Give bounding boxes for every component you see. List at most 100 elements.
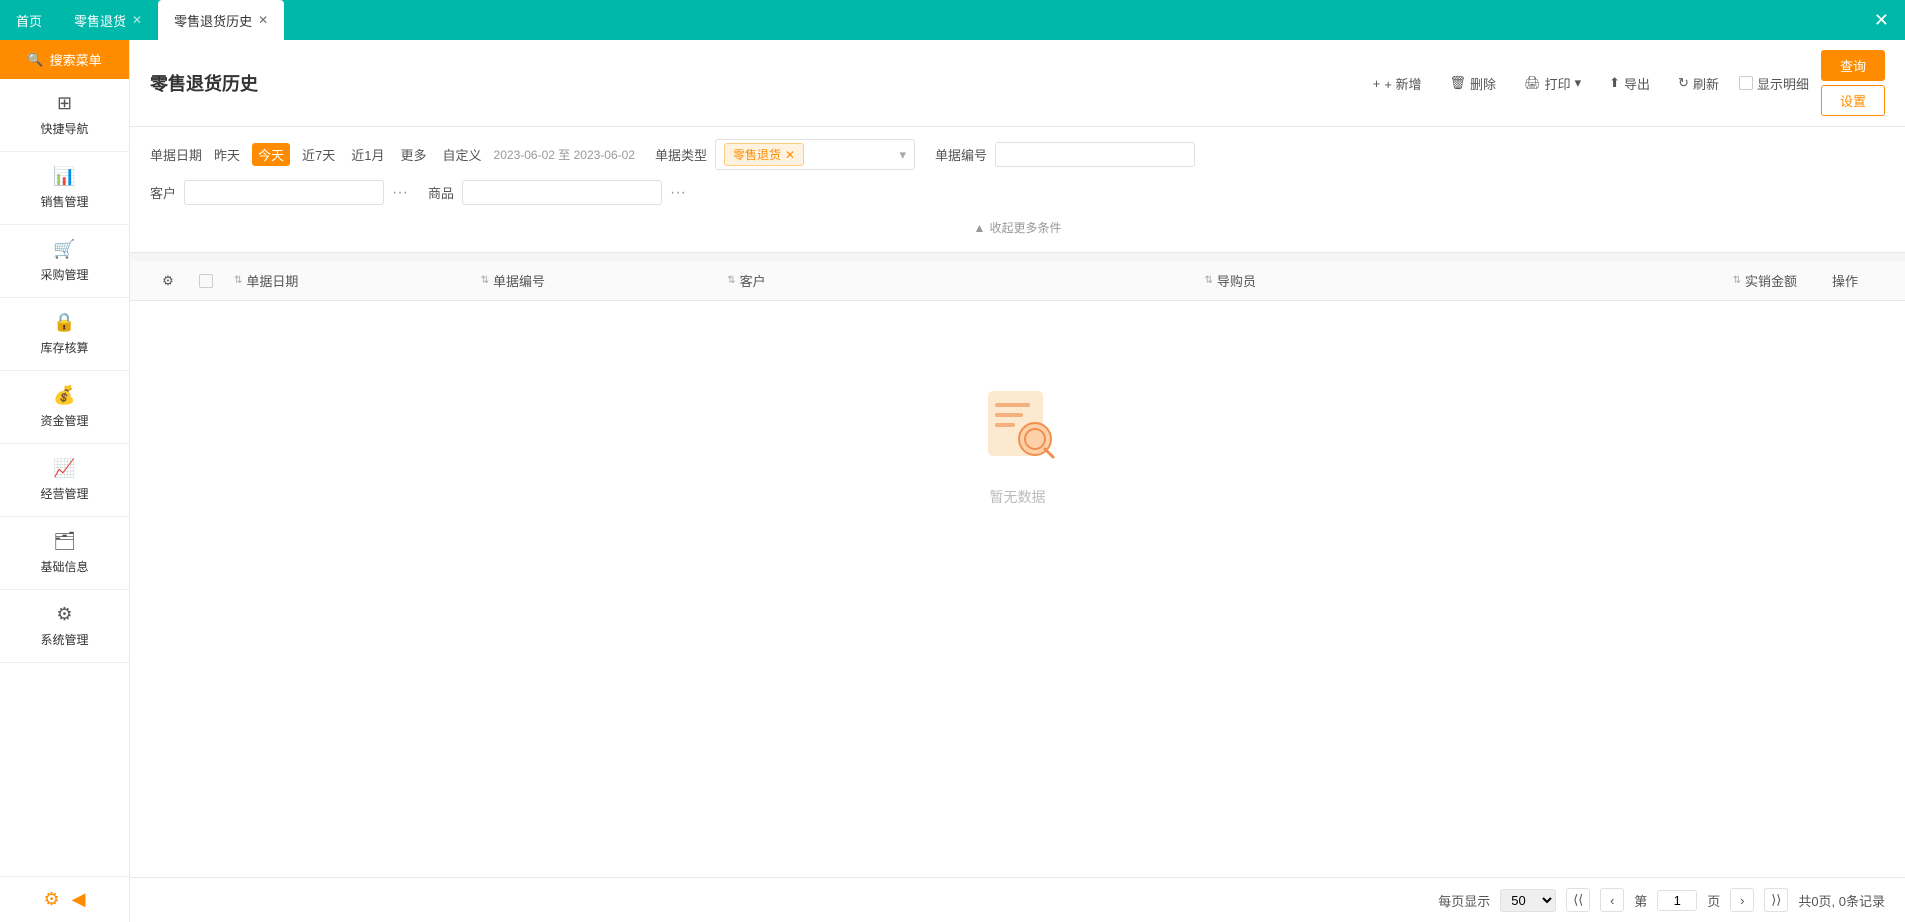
inventory-icon: 🔒	[53, 312, 75, 333]
sort-docno-icon[interactable]: ⇅	[481, 275, 489, 286]
filter-row-2: 客户 ··· 商品 ···	[150, 180, 1885, 205]
delete-icon: 🗑	[1450, 75, 1467, 91]
header-actions: + + 新增 🗑 删除 🖨 打印 ▾ ⬆ 导出 ↻	[1365, 50, 1885, 116]
tab-retail-return-history-close[interactable]: ✕	[258, 13, 268, 27]
filter-row-1: 单据日期 昨天 今天 近7天 近1月 更多 自定义 2023-06-02 至 2…	[150, 139, 1885, 170]
sidebar-item-system-mgmt-label: 系统管理	[40, 631, 88, 648]
sidebar-item-system-mgmt[interactable]: ⚙ 系统管理	[0, 590, 129, 663]
sidebar-item-sales-mgmt[interactable]: 📊 销售管理	[0, 152, 129, 225]
tab-retail-return[interactable]: 零售退货 ✕	[58, 0, 158, 40]
sidebar-item-basic-info[interactable]: 🗂 基础信息	[0, 517, 129, 590]
tab-retail-return-label: 零售退货	[74, 11, 126, 30]
settings-icon[interactable]: ⚙	[44, 889, 60, 910]
sidebar-search[interactable]: 🔍 搜索菜单	[0, 40, 129, 79]
tab-retail-return-close[interactable]: ✕	[132, 13, 142, 27]
show-detail-toggle[interactable]: 显示明细	[1739, 74, 1809, 93]
date-opt-today[interactable]: 今天	[252, 143, 290, 166]
show-detail-checkbox[interactable]	[1739, 76, 1753, 90]
print-dropdown-icon: ▾	[1575, 75, 1582, 91]
date-opt-custom[interactable]: 自定义	[439, 143, 486, 166]
query-button[interactable]: 查询	[1821, 50, 1885, 81]
empty-text: 暂无数据	[990, 487, 1046, 507]
sidebar-item-finance-mgmt[interactable]: 💰 资金管理	[0, 371, 129, 444]
tab-list: 首页 零售退货 ✕ 零售退货历史 ✕	[0, 0, 1874, 40]
th-check[interactable]	[186, 274, 226, 288]
th-date: ⇅ 单据日期	[226, 271, 473, 290]
th-amount-label: 实销金额	[1745, 271, 1797, 290]
new-button[interactable]: + + 新增	[1365, 70, 1430, 97]
collapse-label: 收起更多条件	[989, 219, 1061, 236]
date-options: 昨天 今天 近7天 近1月 更多 自定义	[210, 143, 486, 166]
goods-label: 商品	[428, 183, 454, 202]
goods-input[interactable]	[462, 180, 662, 205]
th-ops-label: 操作	[1832, 271, 1858, 290]
date-opt-7days[interactable]: 近7天	[298, 143, 339, 166]
export-button[interactable]: ⬆ 导出	[1601, 70, 1658, 97]
page-title: 零售退货历史	[150, 70, 258, 96]
last-page-button[interactable]: ⟩⟩	[1764, 888, 1788, 912]
tab-retail-return-history[interactable]: 零售退货历史 ✕	[158, 0, 284, 40]
page-input[interactable]: 1	[1657, 890, 1697, 911]
date-filter-label: 单据日期	[150, 145, 202, 164]
th-settings[interactable]: ⚙	[150, 273, 186, 289]
top-bar-right: ✕	[1874, 10, 1905, 31]
date-range-display: 2023-06-02 至 2023-06-02	[494, 146, 635, 163]
sidebar-item-purchase-mgmt[interactable]: 🛒 采购管理	[0, 225, 129, 298]
date-opt-1month[interactable]: 近1月	[347, 143, 388, 166]
doc-type-tag-text: 零售退货	[733, 146, 781, 163]
sort-customer-icon[interactable]: ⇅	[727, 275, 735, 286]
sidebar-item-quick-nav-label: 快捷导航	[40, 120, 88, 137]
sort-amount-icon[interactable]: ⇅	[1733, 275, 1741, 286]
customer-input[interactable]	[184, 180, 384, 205]
sort-date-icon[interactable]: ⇅	[234, 275, 242, 286]
new-icon: +	[1373, 76, 1381, 91]
refresh-button[interactable]: ↻ 刷新	[1670, 70, 1727, 97]
sidebar-item-operations-mgmt-label: 经营管理	[40, 485, 88, 502]
tab-retail-return-history-label: 零售退货历史	[174, 11, 252, 30]
goods-more-icon[interactable]: ···	[670, 184, 686, 202]
doc-type-tag-close[interactable]: ✕	[785, 148, 795, 162]
th-guide: ⇅ 导购员	[1196, 271, 1558, 290]
prev-page-button[interactable]: ‹	[1600, 888, 1624, 912]
settings-col-icon: ⚙	[162, 273, 174, 289]
delete-button[interactable]: 🗑 删除	[1442, 70, 1505, 97]
per-page-select[interactable]: 50 20 100	[1500, 889, 1556, 912]
sidebar-item-sales-mgmt-label: 销售管理	[40, 193, 88, 210]
sidebar-item-inventory-label: 库存核算	[40, 339, 88, 356]
sidebar-bottom: ⚙ ◀	[0, 876, 129, 922]
first-page-button[interactable]: ⟨⟨	[1566, 888, 1590, 912]
tab-home[interactable]: 首页	[0, 0, 58, 40]
collapse-sidebar-icon[interactable]: ◀	[72, 889, 86, 910]
next-page-button[interactable]: ›	[1730, 888, 1754, 912]
select-all-checkbox[interactable]	[199, 274, 213, 288]
sidebar-search-label: 搜索菜单	[50, 50, 102, 69]
th-doc-no: ⇅ 单据编号	[473, 271, 720, 290]
delete-label: 删除	[1470, 74, 1496, 93]
export-icon: ⬆	[1609, 75, 1620, 91]
sidebar-item-quick-nav[interactable]: ⊞ 快捷导航	[0, 79, 129, 152]
doc-no-input[interactable]	[995, 142, 1195, 167]
sort-guide-icon[interactable]: ⇅	[1204, 275, 1212, 286]
system-mgmt-icon: ⚙	[56, 604, 72, 625]
collapse-bar[interactable]: ▲ 收起更多条件	[150, 215, 1885, 240]
th-customer: ⇅ 客户	[719, 271, 1196, 290]
customer-more-icon[interactable]: ···	[392, 184, 408, 202]
sidebar-item-inventory[interactable]: 🔒 库存核算	[0, 298, 129, 371]
sidebar-item-purchase-mgmt-label: 采购管理	[40, 266, 88, 283]
doc-type-label: 单据类型	[655, 145, 707, 164]
empty-illustration	[973, 381, 1063, 471]
print-button[interactable]: 🖨 打印 ▾	[1516, 70, 1589, 97]
refresh-label: 刷新	[1693, 74, 1719, 93]
show-detail-text: 显示明细	[1757, 74, 1809, 93]
basic-info-icon: 🗂	[53, 531, 76, 552]
doc-type-dropdown-icon: ▾	[899, 147, 906, 163]
search-icon: 🔍	[27, 52, 43, 68]
doc-type-select[interactable]: 零售退货 ✕ ▾	[715, 139, 915, 170]
setting-button[interactable]: 设置	[1821, 85, 1885, 116]
collapse-up-icon: ▲	[974, 221, 986, 235]
th-ops: 操作	[1805, 271, 1885, 290]
date-opt-more[interactable]: 更多	[397, 143, 431, 166]
window-close-button[interactable]: ✕	[1874, 10, 1889, 31]
sidebar-item-operations-mgmt[interactable]: 📈 经营管理	[0, 444, 129, 517]
date-opt-yesterday[interactable]: 昨天	[210, 143, 244, 166]
